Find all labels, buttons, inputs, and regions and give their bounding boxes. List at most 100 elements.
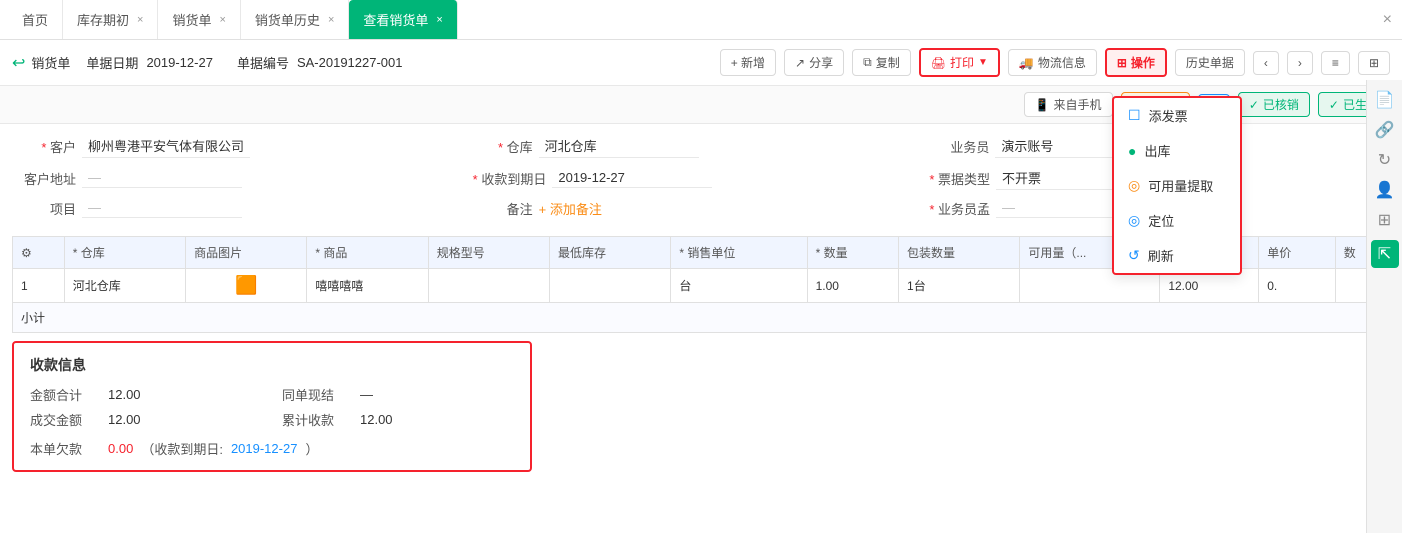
dropdown-locate[interactable]: ◎ 定位 [1114,203,1240,238]
customer-field: 客户 柳州粤港平安气体有限公司 [16,134,473,158]
sidebar-icon-user[interactable]: 👤 [1375,180,1395,200]
add-invoice-icon: ☐ [1128,107,1141,124]
tab-inventory-init[interactable]: 库存期初 × [63,0,158,39]
product-image: 🟧 [235,275,257,295]
window-close-button[interactable]: × [1383,11,1392,29]
new-button[interactable]: + 新增 [720,49,776,76]
col-qty: * 数量 [807,237,898,269]
logistics-label: 物流信息 [1038,54,1086,71]
sidebar-icon-grid[interactable]: ⊞ [1378,210,1391,230]
doc-date-value: 2019-12-27 [146,55,213,70]
payment-date-field: 收款到期日 2019-12-27 [473,168,930,188]
cell-image: 🟧 [186,269,307,303]
outbound-icon: ● [1128,143,1136,159]
col-price: 单价 [1259,237,1336,269]
print-button[interactable]: 🖨 打印 ▼ [919,48,1000,77]
warehouse-field: 仓库 河北仓库 [473,134,930,158]
tab-sales-label: 销货单 [172,10,211,29]
view-grid-button[interactable]: ⊞ [1358,51,1390,75]
copy-button[interactable]: ⧉ 复制 [852,49,911,76]
col-pack-qty: 包装数量 [899,237,1020,269]
project-value: — [82,198,242,218]
arrears-note-close: ） [305,439,318,458]
outbound-label: 出库 [1144,141,1170,160]
add-invoice-label: 添发票 [1149,106,1188,125]
nav-prev-button[interactable]: ‹ [1253,51,1279,75]
subtotal-row: 小计 [13,303,1390,333]
doc-type-label: 销货单 [31,53,70,72]
staff-label: 业务员 [929,137,989,156]
arrears-value: 0.00 [108,441,133,456]
view-list-button[interactable]: ≡ [1321,51,1350,75]
doc-number-value: SA-20191227-001 [297,55,403,70]
history-label: 历史单据 [1186,54,1234,71]
warehouse-label: 仓库 [473,137,533,156]
nav-next-button[interactable]: › [1287,51,1313,75]
project-label: 项目 [16,199,76,218]
phone-label: 来自手机 [1054,96,1102,113]
tab-sales-order[interactable]: 销货单 × [158,0,240,39]
doc-title-section: ↩ 销货单 [12,53,70,73]
available-qty-icon: ◎ [1128,177,1140,194]
ticket-type-label: 票据类型 [929,169,990,188]
tab-sales-history[interactable]: 销货单历史 × [241,0,349,39]
payment-total: 金额合计 12.00 [30,385,262,404]
col-unit: * 销售单位 [671,237,807,269]
tab-view-sales-close[interactable]: × [436,14,442,26]
total-value: 12.00 [108,387,141,402]
operations-label: 操作 [1131,54,1155,71]
phone-btn[interactable]: 📱 来自手机 [1024,92,1113,117]
effective-icon: ✓ [1329,98,1339,112]
arrears-label: 本单欠款 [30,439,100,458]
operations-button[interactable]: ⊞ 操作 [1105,48,1167,77]
payment-arrears: 本单欠款 0.00 （收款到期日: 2019-12-27 ） [30,439,514,458]
arrears-date: 2019-12-27 [231,441,298,456]
note-field: 备注 添加备注 [473,199,930,218]
sidebar-icon-refresh[interactable]: ↻ [1378,150,1391,170]
tab-history-label: 销货单历史 [255,10,320,29]
arrears-note: （收款到期日: [141,439,223,458]
tab-inventory-close[interactable]: × [137,14,143,26]
project-field: 项目 — [16,198,473,218]
col-settings[interactable]: ⚙ [13,237,65,269]
share-button[interactable]: ↗ 分享 [784,49,844,76]
add-note-btn[interactable]: 添加备注 [539,199,602,218]
cell-price: 0. [1259,269,1336,303]
payment-grid: 金额合计 12.00 同单现结 — 成交金额 12.00 累计收款 12.00 … [30,385,514,458]
share-label: 分享 [809,54,833,71]
sidebar-icon-link[interactable]: 🔗 [1375,120,1395,140]
col-product: * 商品 [307,237,428,269]
locate-icon: ◎ [1128,212,1140,229]
payment-same-order: 同单现结 — [282,385,514,404]
tab-history-close[interactable]: × [328,14,334,26]
print-icon: 🖨 [931,56,946,70]
check-icon: ✓ [1249,98,1259,112]
total-label: 金额合计 [30,385,100,404]
refresh-label: 刷新 [1148,246,1174,265]
phone-icon: 📱 [1035,98,1050,112]
payment-info-box: 收款信息 金额合计 12.00 同单现结 — 成交金额 12.00 累计收款 1… [12,341,532,472]
tab-home[interactable]: 首页 [8,0,63,39]
col-warehouse: * 仓库 [64,237,185,269]
dropdown-available-qty[interactable]: ◎ 可用量提取 [1114,168,1240,203]
address-value: — [82,168,242,188]
transaction-value: 12.00 [108,412,141,427]
warehouse-value: 河北仓库 [539,134,699,158]
dropdown-outbound[interactable]: ● 出库 [1114,133,1240,168]
sold-out-btn[interactable]: ✓ 已核销 [1238,92,1310,117]
cell-product: 嘻嘻嘻嘻 [307,269,428,303]
payment-transaction: 成交金额 12.00 [30,410,262,429]
history-button[interactable]: 历史单据 [1175,49,1245,76]
tab-view-sales[interactable]: 查看销货单 × [349,0,457,39]
doc-icon: ↩ [12,53,25,73]
logistics-button[interactable]: 🚚 物流信息 [1008,49,1097,76]
cell-pack-qty: 1台 [899,269,1020,303]
transaction-label: 成交金额 [30,410,100,429]
staff2-label: 业务员孟 [929,199,990,218]
tab-sales-close[interactable]: × [219,14,225,26]
sidebar-icon-expand[interactable]: ⇱ [1371,240,1399,268]
dropdown-add-invoice[interactable]: ☐ 添发票 [1114,98,1240,133]
tab-inventory-label: 库存期初 [77,10,129,29]
dropdown-refresh[interactable]: ↺ 刷新 [1114,238,1240,273]
sidebar-icon-doc[interactable]: 📄 [1375,90,1395,110]
